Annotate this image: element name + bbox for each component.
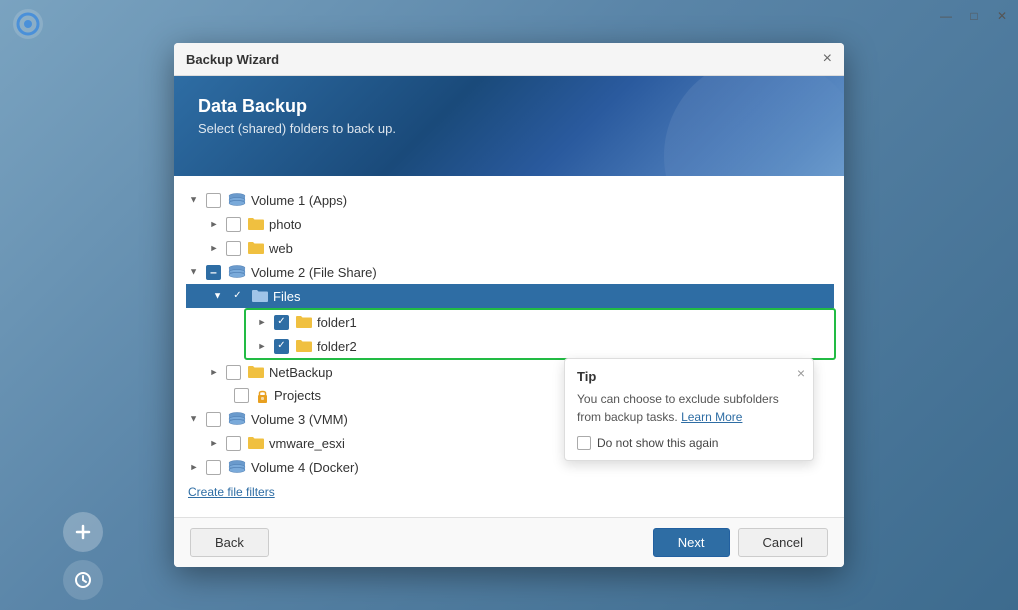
volume-icon-vol3	[228, 412, 246, 426]
expand-icon-vol3[interactable]: ►	[186, 411, 202, 427]
folder-icon-web	[248, 241, 264, 255]
tree-item-vol1[interactable]: ► Volume 1 (Apps)	[186, 188, 844, 212]
checkbox-vol1[interactable]	[206, 193, 221, 208]
tree-item-folder1[interactable]: ► ✓ folder1	[246, 310, 834, 334]
expand-icon-vol1[interactable]: ►	[186, 192, 202, 208]
tip-popup: × Tip You can choose to exclude subfolde…	[564, 358, 814, 461]
folder-icon-photo	[248, 217, 264, 231]
label-projects: Projects	[274, 388, 321, 403]
checkbox-files[interactable]: ✓	[230, 289, 245, 304]
backup-wizard-dialog: Backup Wizard × Data Backup Select (shar…	[174, 43, 844, 567]
close-window-icon[interactable]: ✕	[994, 8, 1010, 24]
checkbox-vmware[interactable]	[226, 436, 241, 451]
dialog-header-subtitle: Select (shared) folders to back up.	[198, 121, 820, 136]
dialog-header: Data Backup Select (shared) folders to b…	[174, 76, 844, 176]
folder-icon-files	[252, 289, 268, 303]
expand-icon-vol2[interactable]: ►	[186, 264, 202, 280]
folder-icon-folder2	[296, 339, 312, 353]
tip-checkbox-row: Do not show this again	[577, 436, 801, 450]
cancel-button[interactable]: Cancel	[738, 528, 828, 557]
folder-icon-vmware	[248, 436, 264, 450]
dialog-body: ► Volume 1 (Apps)	[174, 176, 844, 517]
minimize-icon[interactable]: —	[938, 8, 954, 24]
expand-icon-photo[interactable]: ►	[206, 216, 222, 232]
dialog-close-button[interactable]: ×	[823, 51, 832, 67]
checkbox-photo[interactable]	[226, 217, 241, 232]
checkbox-netbackup[interactable]	[226, 365, 241, 380]
checkbox-vol2[interactable]: –	[206, 265, 221, 280]
folder-icon-netbackup	[248, 365, 264, 379]
expand-icon-folder2[interactable]: ►	[254, 338, 270, 354]
checkbox-projects[interactable]	[234, 388, 249, 403]
tree-item-web[interactable]: ► web	[186, 236, 844, 260]
tip-text: You can choose to exclude subfolders fro…	[577, 390, 801, 426]
highlight-folder-group: ► ✓ folder1 ►	[244, 308, 836, 360]
checkbox-folder1[interactable]: ✓	[274, 315, 289, 330]
dialog-titlebar: Backup Wizard ×	[174, 43, 844, 76]
expand-icon-files[interactable]: ►	[210, 288, 226, 304]
back-button[interactable]: Back	[190, 528, 269, 557]
partial-dash: –	[210, 266, 217, 278]
label-photo: photo	[269, 217, 302, 232]
dialog-title: Backup Wizard	[186, 52, 279, 67]
label-vol2: Volume 2 (File Share)	[251, 265, 377, 280]
volume-icon-vol4	[228, 460, 246, 474]
tree-item-vol2[interactable]: ► – Volume 2 (File Share)	[186, 260, 844, 284]
history-taskbar-icon[interactable]	[63, 560, 103, 600]
tip-text-content: You can choose to exclude subfolders fro…	[577, 392, 779, 424]
dialog-header-title: Data Backup	[198, 96, 820, 117]
label-vol1: Volume 1 (Apps)	[251, 193, 347, 208]
taskbar	[0, 0, 165, 610]
folder-icon-folder1	[296, 315, 312, 329]
label-vol4: Volume 4 (Docker)	[251, 460, 359, 475]
volume-icon-vol1	[228, 193, 246, 207]
maximize-icon[interactable]: □	[966, 8, 982, 24]
tip-learn-more-link[interactable]: Learn More	[681, 410, 742, 424]
tip-do-not-show-checkbox[interactable]	[577, 436, 591, 450]
checkbox-web[interactable]	[226, 241, 241, 256]
tip-title: Tip	[577, 369, 801, 384]
dialog-footer: Back Next Cancel	[174, 517, 844, 567]
volume-icon-vol2	[228, 265, 246, 279]
check-mark-files: ✓	[233, 291, 241, 301]
label-folder1: folder1	[317, 315, 357, 330]
desktop: — □ ✕ Backup Wizard × Data Backup Sel	[0, 0, 1018, 610]
label-web: web	[269, 241, 293, 256]
label-files: Files	[273, 289, 300, 304]
checkbox-vol4[interactable]	[206, 460, 221, 475]
expand-icon-netbackup[interactable]: ►	[206, 364, 222, 380]
label-vol3: Volume 3 (VMM)	[251, 412, 348, 427]
label-netbackup: NetBackup	[269, 365, 333, 380]
check-mark-folder2: ✓	[277, 341, 285, 351]
create-file-filters-link[interactable]: Create file filters	[174, 479, 844, 505]
tip-close-button[interactable]: ×	[797, 365, 805, 381]
check-mark-folder1: ✓	[277, 317, 285, 327]
expand-icon-folder1[interactable]: ►	[254, 314, 270, 330]
checkbox-vol3[interactable]	[206, 412, 221, 427]
lock-icon-projects	[256, 389, 269, 403]
expand-icon-vmware[interactable]: ►	[206, 435, 222, 451]
tip-checkbox-label: Do not show this again	[597, 436, 718, 450]
tree-item-folder2[interactable]: ► ✓ folder2	[246, 334, 834, 358]
label-folder2: folder2	[317, 339, 357, 354]
tree-item-photo[interactable]: ► photo	[186, 212, 844, 236]
window-chrome-buttons: — □ ✕	[938, 8, 1010, 24]
checkbox-folder2[interactable]: ✓	[274, 339, 289, 354]
add-taskbar-icon[interactable]	[63, 512, 103, 552]
expand-icon-vol4[interactable]: ►	[186, 459, 202, 475]
label-vmware: vmware_esxi	[269, 436, 345, 451]
tree-item-files[interactable]: ► ✓ Files	[186, 284, 834, 308]
expand-icon-web[interactable]: ►	[206, 240, 222, 256]
next-button[interactable]: Next	[653, 528, 730, 557]
